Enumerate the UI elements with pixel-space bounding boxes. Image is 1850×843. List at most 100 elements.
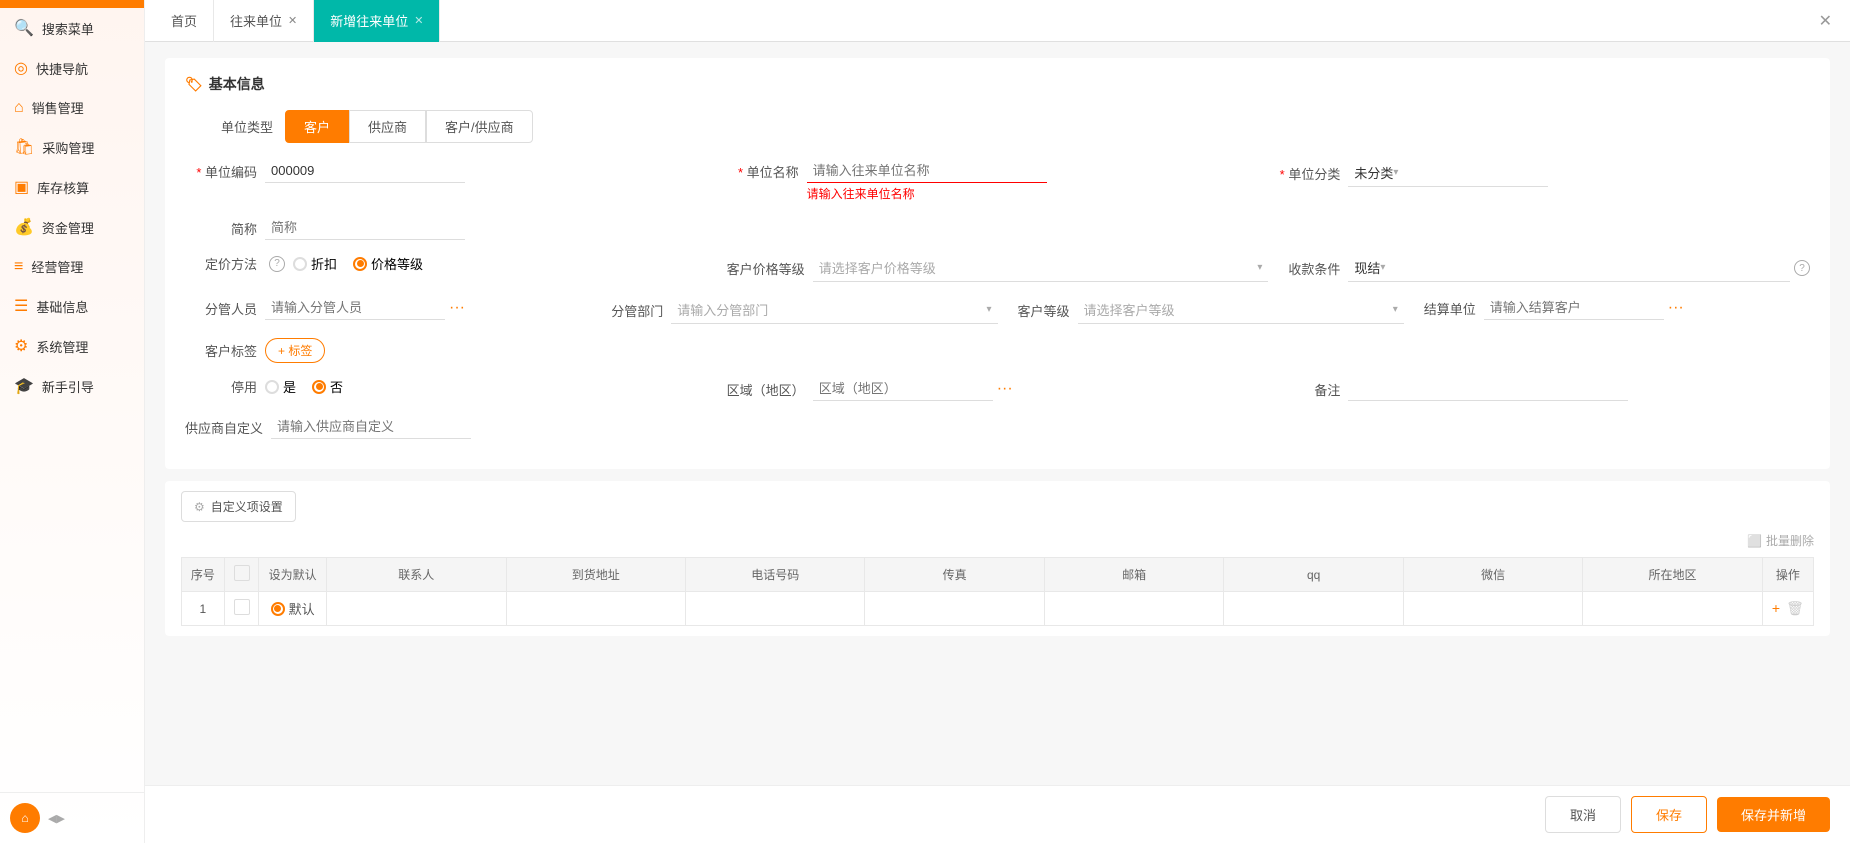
radio-no[interactable]: 否 bbox=[312, 377, 343, 396]
department-placeholder: 请输入分管部门 bbox=[677, 300, 986, 319]
payment-terms-help[interactable]: ? bbox=[1794, 260, 1810, 276]
unit-category-select[interactable]: 未分类 ▾ bbox=[1348, 159, 1548, 187]
col-fax: 传真 bbox=[865, 558, 1044, 592]
purchase-icon: 🛍 bbox=[14, 137, 34, 157]
manager-dots[interactable]: ··· bbox=[445, 299, 469, 317]
email-input[interactable] bbox=[1053, 602, 1215, 616]
type-btn-customer[interactable]: 客户 bbox=[285, 110, 349, 143]
radio-price-level-circle bbox=[353, 257, 367, 271]
short-name-input[interactable] bbox=[265, 216, 465, 240]
pricing-help-icon[interactable]: ? bbox=[269, 256, 285, 272]
sidebar-item-guide[interactable]: 🎓 新手引导 bbox=[0, 366, 144, 406]
type-btn-both[interactable]: 客户/供应商 bbox=[426, 110, 533, 143]
sidebar-item-finance[interactable]: 💰 资金管理 bbox=[0, 207, 144, 247]
region-input[interactable] bbox=[813, 377, 993, 401]
sidebar-item-purchase[interactable]: 🛍 采购管理 bbox=[0, 127, 144, 167]
unit-name-input[interactable] bbox=[807, 159, 1047, 183]
region-input[interactable] bbox=[1591, 602, 1753, 616]
cancel-button[interactable]: 取消 bbox=[1545, 796, 1621, 833]
tag-add-btn[interactable]: + 标签 bbox=[265, 338, 325, 363]
cell-fax[interactable] bbox=[865, 592, 1044, 626]
sales-icon: ⌂ bbox=[14, 99, 24, 117]
cell-address[interactable] bbox=[506, 592, 685, 626]
unit-name-field: 单位名称 bbox=[727, 159, 1269, 183]
save-button[interactable]: 保存 bbox=[1631, 796, 1707, 833]
sidebar-item-label: 基础信息 bbox=[36, 297, 88, 316]
payment-terms-select[interactable]: 现结 ▾ bbox=[1348, 254, 1790, 282]
row-default-radio[interactable]: 默认 bbox=[267, 599, 318, 618]
tab-home[interactable]: 首页 bbox=[155, 0, 214, 42]
note-input[interactable] bbox=[1348, 377, 1628, 401]
radio-no-label: 否 bbox=[330, 377, 343, 396]
save-new-button[interactable]: 保存并新增 bbox=[1717, 797, 1830, 832]
batch-delete-btn[interactable]: ⬜ 批量删除 bbox=[1747, 532, 1814, 549]
wechat-input[interactable] bbox=[1412, 602, 1574, 616]
settlement-unit-input[interactable] bbox=[1484, 296, 1664, 320]
payment-terms-label: 收款条件 bbox=[1268, 259, 1348, 278]
region-field: 区域（地区） ··· bbox=[727, 377, 1269, 401]
radio-discount[interactable]: 折扣 bbox=[293, 254, 337, 273]
row-checkbox[interactable] bbox=[234, 599, 250, 615]
phone-input[interactable] bbox=[694, 602, 856, 616]
tab-contacts-close[interactable]: ✕ bbox=[288, 14, 297, 27]
sidebar-home-icon[interactable]: ⌂ bbox=[10, 803, 40, 833]
main-close-button[interactable]: ✕ bbox=[1811, 11, 1840, 31]
sidebar-item-operations[interactable]: ≡ 经营管理 bbox=[0, 247, 144, 286]
radio-yes-label: 是 bbox=[283, 377, 296, 396]
settlement-unit-label: 结算单位 bbox=[1404, 299, 1484, 318]
unit-category-field: 单位分类 未分类 ▾ bbox=[1268, 159, 1810, 187]
radio-yes[interactable]: 是 bbox=[265, 377, 296, 396]
sidebar-item-system[interactable]: ⚙ 系统管理 bbox=[0, 326, 144, 366]
settlement-unit-dots[interactable]: ··· bbox=[1664, 299, 1688, 317]
customer-level-field: 客户等级 请选择客户等级 ▾ bbox=[998, 296, 1404, 324]
tab-new-contact-close[interactable]: ✕ bbox=[414, 14, 423, 27]
tab-contacts[interactable]: 往来单位 ✕ bbox=[214, 0, 314, 42]
select-all-checkbox[interactable] bbox=[234, 565, 250, 581]
contact-table: 序号 设为默认 联系人 到货地址 电话号码 传真 邮箱 qq 微信 所在地区 操… bbox=[181, 557, 1814, 626]
cell-qq[interactable] bbox=[1224, 592, 1403, 626]
add-row-btn[interactable]: + bbox=[1772, 600, 1780, 617]
cell-contact[interactable] bbox=[327, 592, 506, 626]
footer: 取消 保存 保存并新增 bbox=[145, 785, 1850, 843]
unit-code-input[interactable] bbox=[265, 159, 465, 183]
cell-region[interactable] bbox=[1583, 592, 1762, 626]
unit-code-label: 单位编码 bbox=[185, 162, 265, 181]
table-header-row: 序号 设为默认 联系人 到货地址 电话号码 传真 邮箱 qq 微信 所在地区 操… bbox=[182, 558, 1814, 592]
cell-default: 默认 bbox=[259, 592, 327, 626]
form-row-manager: 分管人员 ··· 分管部门 请输入分管部门 ▾ 客户等级 请选择客户等级 ▾ bbox=[185, 296, 1810, 324]
customer-level-select[interactable]: 请选择客户等级 ▾ bbox=[1078, 296, 1404, 324]
customer-price-select[interactable]: 请选择客户价格等级 ▾ bbox=[813, 254, 1269, 282]
radio-discount-label: 折扣 bbox=[311, 254, 337, 273]
qq-input[interactable] bbox=[1232, 602, 1394, 616]
cell-wechat[interactable] bbox=[1403, 592, 1582, 626]
address-input[interactable] bbox=[515, 602, 677, 616]
sidebar-item-sales[interactable]: ⌂ 销售管理 bbox=[0, 88, 144, 127]
tab-new-contact[interactable]: 新增往来单位 ✕ bbox=[314, 0, 440, 42]
sidebar-item-inventory[interactable]: ▣ 库存核算 bbox=[0, 167, 144, 207]
supplier-custom-input[interactable] bbox=[271, 415, 471, 439]
supplier-custom-field: 供应商自定义 bbox=[185, 415, 1810, 439]
sidebar-item-label: 资金管理 bbox=[42, 218, 94, 237]
sidebar-item-quick-nav[interactable]: ◎ 快捷导航 bbox=[0, 48, 144, 88]
unit-type-row: 单位类型 客户 供应商 客户/供应商 bbox=[185, 110, 1810, 143]
radio-discount-circle bbox=[293, 257, 307, 271]
region-dots[interactable]: ··· bbox=[993, 380, 1017, 398]
del-row-btn[interactable]: 🗑 bbox=[1786, 600, 1804, 617]
gear-icon: ⚙ bbox=[194, 500, 205, 514]
custom-settings-label: 自定义项设置 bbox=[211, 498, 283, 515]
contact-input[interactable] bbox=[335, 602, 497, 616]
table-header-bar: ⬜ 批量删除 bbox=[181, 532, 1814, 549]
fax-input[interactable] bbox=[873, 602, 1035, 616]
cell-email[interactable] bbox=[1044, 592, 1223, 626]
sidebar-item-basic-info[interactable]: ☰ 基础信息 bbox=[0, 286, 144, 326]
cell-phone[interactable] bbox=[685, 592, 864, 626]
radio-price-level[interactable]: 价格等级 bbox=[353, 254, 423, 273]
tab-new-contact-label: 新增往来单位 bbox=[330, 11, 408, 30]
sidebar-item-label: 系统管理 bbox=[36, 337, 88, 356]
manager-input[interactable] bbox=[265, 296, 445, 320]
type-btn-supplier[interactable]: 供应商 bbox=[349, 110, 426, 143]
sidebar-bottom: ⌂ ◀▶ bbox=[0, 792, 144, 843]
custom-settings-btn[interactable]: ⚙ 自定义项设置 bbox=[181, 491, 296, 522]
department-select[interactable]: 请输入分管部门 ▾ bbox=[671, 296, 997, 324]
sidebar-item-search[interactable]: 🔍 搜索菜单 bbox=[0, 8, 144, 48]
